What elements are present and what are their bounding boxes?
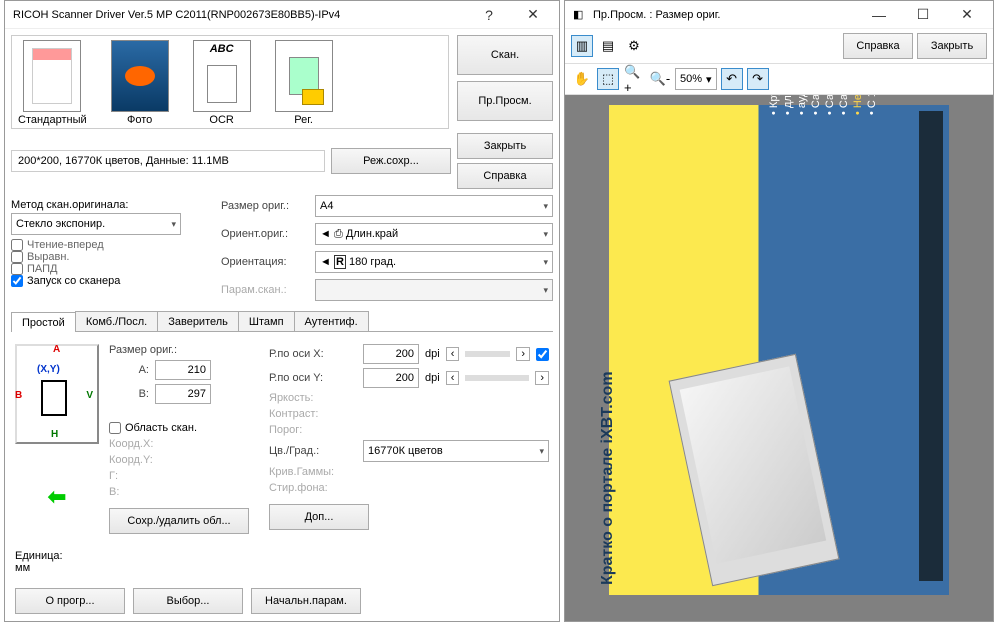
resx-dec[interactable]: ‹ — [446, 347, 460, 361]
resy-dec[interactable]: ‹ — [446, 371, 460, 385]
orientation-select[interactable]: ◄ R 180 град.▾ — [315, 251, 553, 273]
settings-icon[interactable]: ⚙ — [623, 35, 645, 57]
size-select[interactable]: A4▾ — [315, 195, 553, 217]
preview-canvas[interactable]: Кратко о портале iXBT.com Крупнейшее в Р… — [565, 95, 993, 621]
about-button[interactable]: О прогр... — [15, 588, 125, 614]
height-input[interactable] — [155, 384, 211, 404]
marquee-icon[interactable]: ⬚ — [597, 68, 619, 90]
scanner-titlebar: RICOH Scanner Driver Ver.5 MP C2011(RNP0… — [5, 1, 559, 29]
zoom-select[interactable]: 50%▾ — [675, 68, 717, 90]
resx-input[interactable] — [363, 344, 419, 364]
size-diagram: A B (X,Y) V H — [15, 344, 99, 444]
resy-inc[interactable]: › — [535, 371, 549, 385]
color-select[interactable]: 16770К цветов▾ — [363, 440, 549, 462]
layout1-icon[interactable]: ▥ — [571, 35, 593, 57]
orient-orig-select[interactable]: ◄ ⎙ Длин.край▾ — [315, 223, 553, 245]
save-mode-button[interactable]: Реж.сохр... — [331, 148, 451, 174]
scan-button[interactable]: Скан. — [457, 35, 553, 75]
arrow-left-icon[interactable]: ⬅ — [48, 484, 66, 510]
help-side-button[interactable]: Справка — [457, 163, 553, 189]
lock-res-check[interactable] — [536, 348, 549, 361]
preset-ocr[interactable]: ABC OCR — [193, 40, 251, 126]
resx-inc[interactable]: › — [516, 347, 530, 361]
align-check[interactable] — [11, 251, 23, 263]
tab-stamp[interactable]: Штамп — [238, 311, 295, 331]
phone-image — [669, 354, 840, 586]
hand-icon[interactable]: ✋ — [571, 68, 593, 90]
tab-combine[interactable]: Комб./Посл. — [75, 311, 158, 331]
close-preview-button[interactable]: ✕ — [945, 1, 989, 29]
side-strip — [919, 111, 943, 581]
preview-bullets: Крупнейшее в России СМИ для технически п… — [767, 95, 879, 115]
tab-endorse[interactable]: Заверитель — [157, 311, 239, 331]
app-icon: ◧ — [573, 8, 587, 22]
scan-method-select[interactable]: Стекло экспонир.▾ — [11, 213, 181, 235]
more-button[interactable]: Доп... — [269, 504, 369, 530]
close-button[interactable]: Закрыть — [457, 133, 553, 159]
tab-bar: Простой Комб./Посл. Заверитель Штамп Аут… — [11, 311, 553, 332]
preview-title: Пр.Просм. : Размер ориг. — [593, 9, 857, 21]
close-window-button[interactable]: ✕ — [511, 1, 555, 29]
save-area-button[interactable]: Сохр./удалить обл... — [109, 508, 249, 534]
scanner-title: RICOH Scanner Driver Ver.5 MP C2011(RNP0… — [13, 9, 467, 21]
scanned-page: Кратко о портале iXBT.com Крупнейшее в Р… — [609, 105, 949, 595]
adf-check[interactable] — [11, 263, 23, 275]
readahead-check[interactable] — [11, 239, 23, 251]
preset-register[interactable]: Рег. — [275, 40, 333, 126]
rotate-left-icon[interactable]: ↶ — [721, 68, 743, 90]
layout2-icon[interactable]: ▤ — [597, 35, 619, 57]
param-scan-select: ▾ — [315, 279, 553, 301]
maximize-button[interactable]: ☐ — [901, 1, 945, 29]
zoomin-icon[interactable]: 🔍+ — [623, 68, 645, 90]
select-button[interactable]: Выбор... — [133, 588, 243, 614]
preview-button[interactable]: Пр.Просм. — [457, 81, 553, 121]
pv-close-button[interactable]: Закрыть — [917, 33, 987, 59]
help-button[interactable]: ? — [467, 1, 511, 29]
tab-auth[interactable]: Аутентиф. — [294, 311, 369, 331]
preset-photo[interactable]: Фото — [111, 40, 169, 126]
preset-standard[interactable]: Стандартный — [18, 40, 87, 126]
resy-input[interactable] — [363, 368, 419, 388]
pv-help-button[interactable]: Справка — [843, 33, 913, 59]
defaults-button[interactable]: Начальн.парам. — [251, 588, 361, 614]
tab-simple[interactable]: Простой — [11, 312, 76, 332]
preset-thumbs: Стандартный Фото ABC OCR Рег. — [11, 35, 449, 129]
from-scanner-check[interactable] — [11, 275, 23, 287]
preview-titlebar: ◧ Пр.Просм. : Размер ориг. — ☐ ✕ — [565, 1, 993, 29]
scan-method-label: Метод скан.оригинала: — [11, 195, 211, 211]
status-text: 200*200, 16770К цветов, Данные: 11.1MB — [11, 150, 325, 172]
rotate-right-icon[interactable]: ↷ — [747, 68, 769, 90]
minimize-button[interactable]: — — [857, 1, 901, 29]
preview-toolbar-top: ▥ ▤ ⚙ Справка Закрыть — [565, 29, 993, 64]
scanner-dialog: RICOH Scanner Driver Ver.5 MP C2011(RNP0… — [4, 0, 560, 622]
scan-area-check[interactable] — [109, 422, 121, 434]
preview-window: ◧ Пр.Просм. : Размер ориг. — ☐ ✕ ▥ ▤ ⚙ С… — [564, 0, 994, 622]
zoomout-icon[interactable]: 🔍- — [649, 68, 671, 90]
preview-toolbar-zoom: ✋ ⬚ 🔍+ 🔍- 50%▾ ↶ ↷ — [565, 64, 993, 95]
width-input[interactable] — [155, 360, 211, 380]
